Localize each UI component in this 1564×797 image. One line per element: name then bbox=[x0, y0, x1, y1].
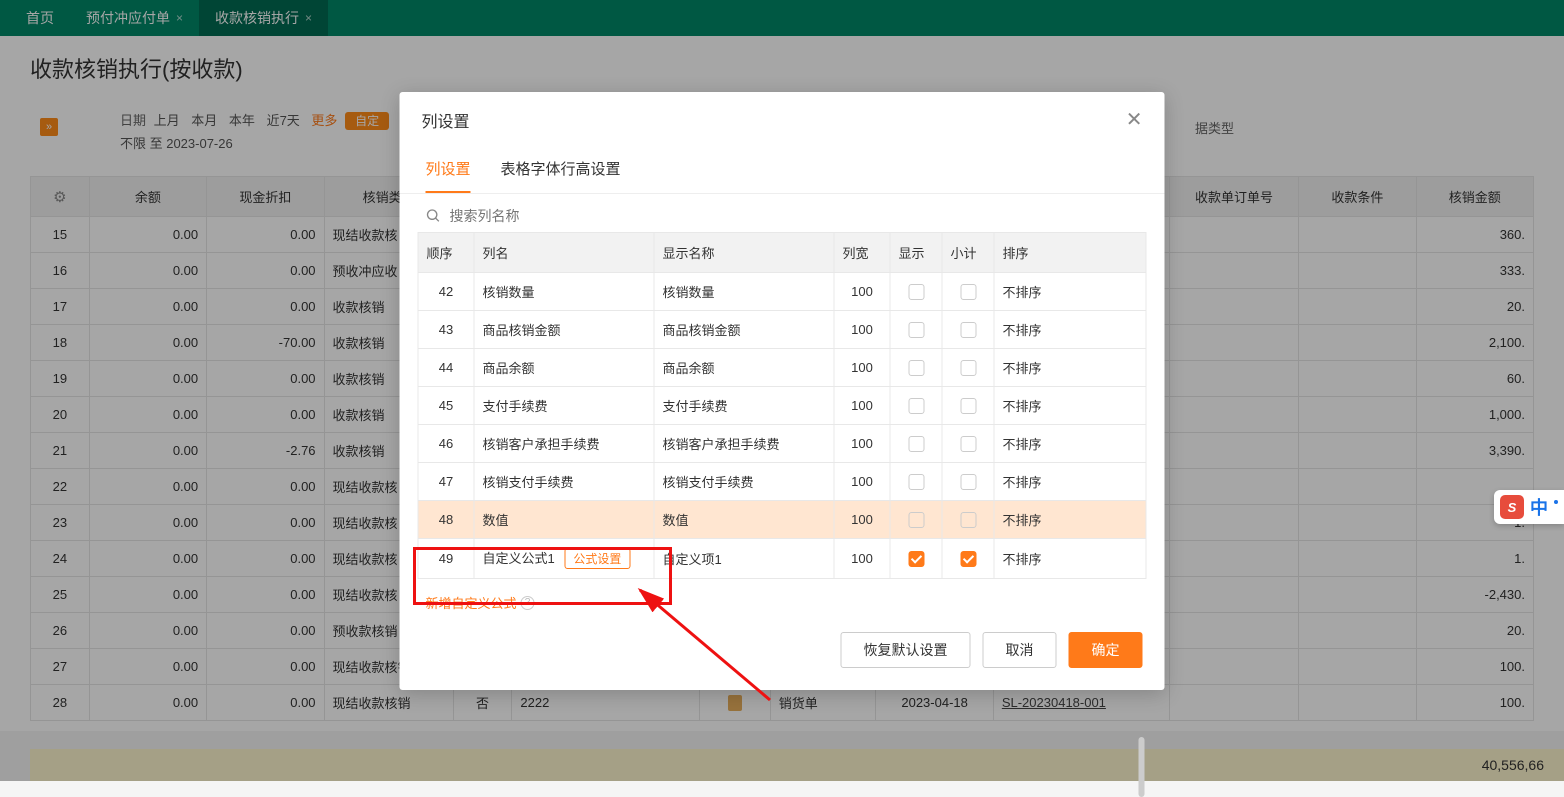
cols-row[interactable]: 49自定义公式1 公式设置自定义项1100 不排序 bbox=[418, 539, 1146, 579]
col-display-name[interactable]: 核销客户承担手续费 bbox=[654, 425, 834, 463]
search-columns-input[interactable] bbox=[450, 208, 1139, 224]
subtotal-checkbox[interactable] bbox=[960, 284, 976, 300]
cols-row[interactable]: 44商品余额商品余额100不排序 bbox=[418, 349, 1146, 387]
col-sort[interactable]: 不排序 bbox=[994, 463, 1146, 501]
ime-sogou-icon: S bbox=[1500, 495, 1524, 519]
col-name: 数值 bbox=[474, 501, 654, 539]
col-name: 支付手续费 bbox=[474, 387, 654, 425]
help-icon[interactable]: ? bbox=[521, 596, 535, 610]
col-width[interactable]: 100 bbox=[834, 501, 890, 539]
col-name: 核销客户承担手续费 bbox=[474, 425, 654, 463]
search-icon bbox=[426, 208, 442, 224]
cols-row[interactable]: 46核销客户承担手续费核销客户承担手续费100不排序 bbox=[418, 425, 1146, 463]
subtotal-checkbox[interactable] bbox=[960, 398, 976, 414]
show-checkbox[interactable] bbox=[908, 436, 924, 452]
subtotal-checkbox[interactable] bbox=[960, 322, 976, 338]
restore-default-button[interactable]: 恢复默认设置 bbox=[841, 632, 971, 668]
subtotal-checkbox[interactable] bbox=[960, 551, 976, 567]
cols-row[interactable]: 47核销支付手续费核销支付手续费100不排序 bbox=[418, 463, 1146, 501]
col-seq: 47 bbox=[418, 463, 474, 501]
col-name: 核销支付手续费 bbox=[474, 463, 654, 501]
col-seq: 46 bbox=[418, 425, 474, 463]
cols-th: 顺序 bbox=[418, 233, 474, 273]
col-width[interactable]: 100 bbox=[834, 463, 890, 501]
subtotal-checkbox[interactable] bbox=[960, 436, 976, 452]
show-checkbox[interactable] bbox=[908, 512, 924, 528]
cols-th: 显示名称 bbox=[654, 233, 834, 273]
columns-table: 顺序列名显示名称列宽显示小计排序 42核销数量核销数量100不排序43商品核销金… bbox=[418, 232, 1147, 579]
cols-th: 排序 bbox=[994, 233, 1146, 273]
col-width[interactable]: 100 bbox=[834, 539, 890, 579]
col-width[interactable]: 100 bbox=[834, 425, 890, 463]
modal-title: 列设置 bbox=[422, 108, 470, 132]
col-display-name[interactable]: 商品余额 bbox=[654, 349, 834, 387]
cols-th: 显示 bbox=[890, 233, 942, 273]
col-sort[interactable]: 不排序 bbox=[994, 273, 1146, 311]
formula-settings-button[interactable]: 公式设置 bbox=[564, 548, 630, 569]
show-checkbox[interactable] bbox=[908, 322, 924, 338]
col-sort[interactable]: 不排序 bbox=[994, 425, 1146, 463]
cols-th: 小计 bbox=[942, 233, 994, 273]
column-settings-modal: 列设置 ✕ 列设置 表格字体行高设置 顺序列名显示名称列宽显示小计排序 42核销… bbox=[400, 92, 1165, 690]
add-formula-link[interactable]: 新增自定义公式? bbox=[400, 579, 561, 618]
modal-close-button[interactable]: ✕ bbox=[1126, 110, 1143, 130]
subtotal-checkbox[interactable] bbox=[960, 512, 976, 528]
show-checkbox[interactable] bbox=[908, 360, 924, 376]
col-width[interactable]: 100 bbox=[834, 387, 890, 425]
col-name: 商品核销金额 bbox=[474, 311, 654, 349]
cols-row[interactable]: 48数值数值100不排序 bbox=[418, 501, 1146, 539]
cols-row[interactable]: 43商品核销金额商品核销金额100不排序 bbox=[418, 311, 1146, 349]
cols-row[interactable]: 42核销数量核销数量100不排序 bbox=[418, 273, 1146, 311]
col-sort[interactable]: 不排序 bbox=[994, 539, 1146, 579]
col-display-name[interactable]: 核销支付手续费 bbox=[654, 463, 834, 501]
cols-row[interactable]: 45支付手续费支付手续费100不排序 bbox=[418, 387, 1146, 425]
subtotal-checkbox[interactable] bbox=[960, 360, 976, 376]
ok-button[interactable]: 确定 bbox=[1069, 632, 1143, 668]
col-display-name[interactable]: 自定义项1 bbox=[654, 539, 834, 579]
col-display-name[interactable]: 核销数量 bbox=[654, 273, 834, 311]
cancel-button[interactable]: 取消 bbox=[983, 632, 1057, 668]
subtotal-checkbox[interactable] bbox=[960, 474, 976, 490]
col-seq: 44 bbox=[418, 349, 474, 387]
cols-th: 列宽 bbox=[834, 233, 890, 273]
show-checkbox[interactable] bbox=[908, 474, 924, 490]
show-checkbox[interactable] bbox=[908, 398, 924, 414]
ime-language-zh: 中 bbox=[1530, 494, 1548, 520]
show-checkbox[interactable] bbox=[908, 551, 924, 567]
col-sort[interactable]: 不排序 bbox=[994, 311, 1146, 349]
show-checkbox[interactable] bbox=[908, 284, 924, 300]
col-width[interactable]: 100 bbox=[834, 273, 890, 311]
col-display-name[interactable]: 数值 bbox=[654, 501, 834, 539]
col-sort[interactable]: 不排序 bbox=[994, 501, 1146, 539]
col-width[interactable]: 100 bbox=[834, 311, 890, 349]
modal-scrollbar[interactable] bbox=[1139, 737, 1145, 797]
col-display-name[interactable]: 商品核销金额 bbox=[654, 311, 834, 349]
modal-tab-fontrow[interactable]: 表格字体行高设置 bbox=[501, 152, 621, 193]
col-name: 核销数量 bbox=[474, 273, 654, 311]
ime-dot-icon bbox=[1554, 500, 1558, 504]
modal-tab-columns[interactable]: 列设置 bbox=[426, 152, 471, 193]
col-seq: 42 bbox=[418, 273, 474, 311]
col-name: 商品余额 bbox=[474, 349, 654, 387]
col-seq: 49 bbox=[418, 539, 474, 579]
col-name: 自定义公式1 公式设置 bbox=[474, 539, 654, 579]
col-seq: 48 bbox=[418, 501, 474, 539]
col-width[interactable]: 100 bbox=[834, 349, 890, 387]
col-display-name[interactable]: 支付手续费 bbox=[654, 387, 834, 425]
col-sort[interactable]: 不排序 bbox=[994, 349, 1146, 387]
col-seq: 43 bbox=[418, 311, 474, 349]
col-seq: 45 bbox=[418, 387, 474, 425]
cols-th: 列名 bbox=[474, 233, 654, 273]
ime-indicator[interactable]: S 中 bbox=[1494, 490, 1564, 524]
col-sort[interactable]: 不排序 bbox=[994, 387, 1146, 425]
